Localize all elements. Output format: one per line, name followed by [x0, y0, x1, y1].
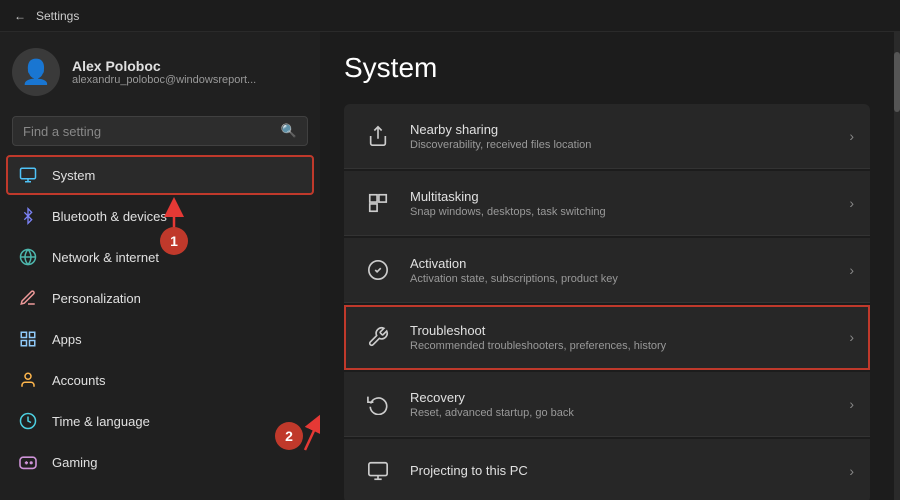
troubleshoot-title: Troubleshoot — [410, 323, 849, 338]
avatar: 👤 — [12, 48, 60, 96]
user-email: alexandru_poloboc@windowsreport... — [72, 74, 256, 86]
multitasking-text: Multitasking Snap windows, desktops, tas… — [410, 189, 849, 218]
chevron-icon-6: › — [849, 463, 854, 479]
sidebar-item-accounts-label: Accounts — [52, 373, 105, 388]
multitasking-icon — [360, 185, 396, 221]
annotation-badge-2: 2 — [275, 422, 303, 450]
sidebar-item-gaming-label: Gaming — [52, 455, 98, 470]
troubleshoot-icon — [360, 319, 396, 355]
system-icon — [18, 165, 38, 185]
nearby-sharing-text: Nearby sharing Discoverability, received… — [410, 122, 849, 151]
settings-item-multitasking[interactable]: Multitasking Snap windows, desktops, tas… — [344, 171, 870, 236]
sidebar-item-time-label: Time & language — [52, 414, 150, 429]
accounts-icon — [18, 370, 38, 390]
settings-list: Nearby sharing Discoverability, received… — [344, 104, 870, 500]
search-box[interactable]: 🔍 — [12, 116, 308, 146]
search-icon: 🔍 — [281, 123, 297, 139]
chevron-icon-2: › — [849, 195, 854, 211]
network-icon — [18, 247, 38, 267]
annotation-badge-1: 1 — [160, 227, 188, 255]
recovery-title: Recovery — [410, 390, 849, 405]
settings-item-recovery[interactable]: Recovery Reset, advanced startup, go bac… — [344, 372, 870, 437]
sidebar-nav: System Bluetooth & devices Network — [0, 154, 320, 483]
sidebar-item-system[interactable]: System — [6, 155, 314, 195]
scrollbar-thumb[interactable] — [894, 52, 900, 112]
sidebar-item-bluetooth[interactable]: Bluetooth & devices — [6, 196, 314, 236]
chevron-icon-3: › — [849, 262, 854, 278]
recovery-text: Recovery Reset, advanced startup, go bac… — [410, 390, 849, 419]
user-name: Alex Poloboc — [72, 58, 256, 74]
main-layout: 👤 Alex Poloboc alexandru_poloboc@windows… — [0, 32, 900, 500]
settings-item-projecting[interactable]: Projecting to this PC › — [344, 439, 870, 500]
projecting-icon — [360, 453, 396, 489]
settings-item-activation[interactable]: Activation Activation state, subscriptio… — [344, 238, 870, 303]
projecting-text: Projecting to this PC — [410, 463, 849, 480]
chevron-icon-5: › — [849, 396, 854, 412]
back-button[interactable]: ← — [12, 8, 28, 24]
personalization-icon — [18, 288, 38, 308]
user-info: Alex Poloboc alexandru_poloboc@windowsre… — [72, 58, 256, 86]
sidebar-item-apps-label: Apps — [52, 332, 82, 347]
time-icon — [18, 411, 38, 431]
sidebar-item-accounts[interactable]: Accounts — [6, 360, 314, 400]
recovery-desc: Reset, advanced startup, go back — [410, 407, 849, 419]
avatar-icon: 👤 — [21, 58, 51, 87]
sidebar: 👤 Alex Poloboc alexandru_poloboc@windows… — [0, 32, 320, 500]
settings-item-troubleshoot[interactable]: Troubleshoot Recommended troubleshooters… — [344, 305, 870, 370]
activation-text: Activation Activation state, subscriptio… — [410, 256, 849, 285]
activation-icon — [360, 252, 396, 288]
nearby-sharing-desc: Discoverability, received files location — [410, 139, 849, 151]
bluetooth-icon — [18, 206, 38, 226]
sidebar-item-time[interactable]: Time & language — [6, 401, 314, 441]
multitasking-desc: Snap windows, desktops, task switching — [410, 206, 849, 218]
search-input[interactable] — [23, 124, 273, 139]
title-bar: ← Settings — [0, 0, 900, 32]
page-title: System — [344, 52, 870, 84]
chevron-icon-4: › — [849, 329, 854, 345]
activation-desc: Activation state, subscriptions, product… — [410, 273, 849, 285]
content-area: System Nearby sharing Discoverability, r… — [320, 32, 894, 500]
sidebar-item-network-label: Network & internet — [52, 250, 159, 265]
sidebar-item-personalization-label: Personalization — [52, 291, 141, 306]
apps-icon — [18, 329, 38, 349]
nearby-sharing-title: Nearby sharing — [410, 122, 849, 137]
scrollbar-track[interactable] — [894, 32, 900, 500]
multitasking-title: Multitasking — [410, 189, 849, 204]
recovery-icon — [360, 386, 396, 422]
troubleshoot-text: Troubleshoot Recommended troubleshooters… — [410, 323, 849, 352]
sidebar-item-gaming[interactable]: Gaming — [6, 442, 314, 482]
gaming-icon — [18, 452, 38, 472]
title-bar-text: Settings — [36, 9, 79, 23]
sidebar-item-personalization[interactable]: Personalization — [6, 278, 314, 318]
sidebar-item-apps[interactable]: Apps — [6, 319, 314, 359]
sidebar-item-bluetooth-label: Bluetooth & devices — [52, 209, 167, 224]
user-profile[interactable]: 👤 Alex Poloboc alexandru_poloboc@windows… — [0, 32, 320, 112]
activation-title: Activation — [410, 256, 849, 271]
projecting-title: Projecting to this PC — [410, 463, 849, 478]
search-container: 🔍 — [0, 112, 320, 154]
troubleshoot-desc: Recommended troubleshooters, preferences… — [410, 340, 849, 352]
chevron-icon: › — [849, 128, 854, 144]
settings-item-nearby-sharing[interactable]: Nearby sharing Discoverability, received… — [344, 104, 870, 169]
sidebar-item-system-label: System — [52, 168, 95, 183]
nearby-sharing-icon — [360, 118, 396, 154]
